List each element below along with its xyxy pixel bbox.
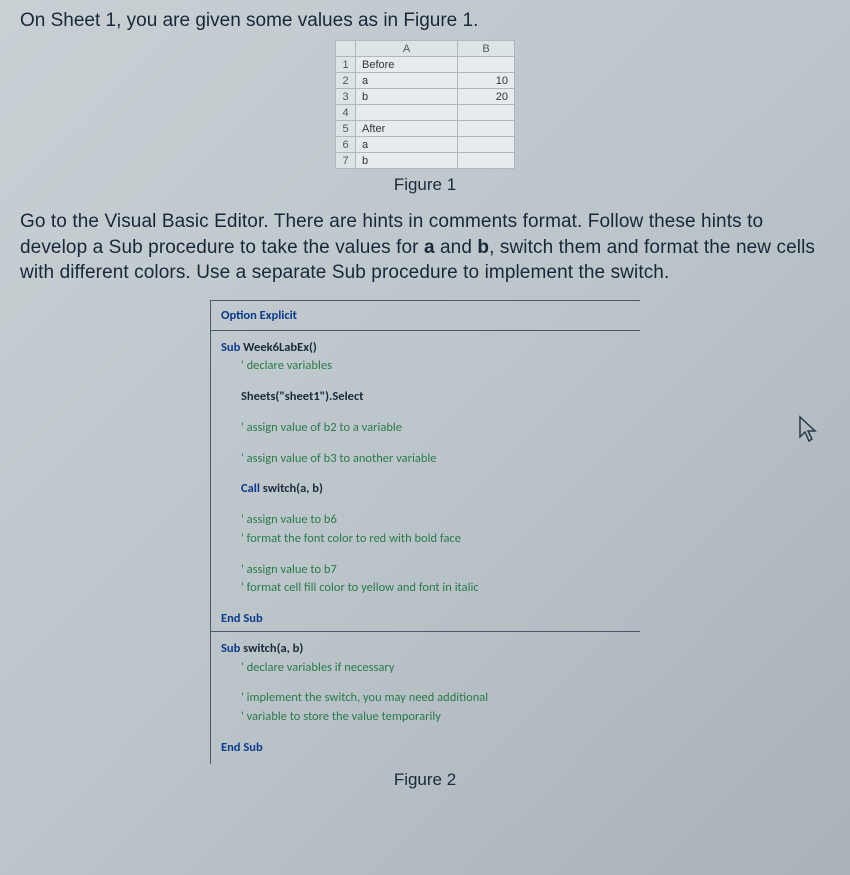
code-divider bbox=[211, 631, 640, 632]
code-comment: ' assign value of b2 to a variable bbox=[221, 419, 630, 438]
code-sub1-decl: Sub Week6LabEx() bbox=[221, 339, 630, 358]
cell: 20 bbox=[458, 89, 515, 105]
row-num: 7 bbox=[336, 153, 356, 169]
keyword-call: Call bbox=[241, 481, 263, 496]
cell: Before bbox=[356, 57, 458, 73]
table-row: 5 After bbox=[336, 121, 515, 137]
row-num: 1 bbox=[336, 57, 356, 73]
cell bbox=[458, 105, 515, 121]
code-comment: ' implement the switch, you may need add… bbox=[221, 689, 630, 708]
code-comment: ' assign value of b3 to another variable bbox=[221, 450, 630, 469]
code-end-sub: End Sub bbox=[221, 610, 630, 629]
code-divider bbox=[211, 330, 640, 331]
col-header-b: B bbox=[458, 41, 515, 57]
table-row: 3 b 20 bbox=[336, 89, 515, 105]
code-select-sheet: Sheets("sheet1").Select bbox=[221, 388, 630, 407]
cell: b bbox=[356, 89, 458, 105]
table-row: 4 bbox=[336, 105, 515, 121]
code-sub2-decl: Sub switch(a, b) bbox=[221, 640, 630, 659]
spreadsheet-table: A B 1 Before 2 a 10 3 b 20 4 5 After bbox=[335, 40, 515, 169]
code-comment: ' assign value to b7 bbox=[221, 561, 630, 580]
code-comment: ' declare variables if necessary bbox=[221, 659, 630, 678]
figure-2-code: Option Explicit Sub Week6LabEx() ' decla… bbox=[210, 300, 640, 764]
keyword-sub: Sub bbox=[221, 340, 243, 355]
cell: After bbox=[356, 121, 458, 137]
cell bbox=[458, 121, 515, 137]
code-end-sub: End Sub bbox=[221, 739, 630, 758]
row-num: 4 bbox=[336, 105, 356, 121]
cell: a bbox=[356, 137, 458, 153]
intro-text: On Sheet 1, you are given some values as… bbox=[20, 10, 830, 32]
cell: a bbox=[356, 73, 458, 89]
row-num: 3 bbox=[336, 89, 356, 105]
cell: b bbox=[356, 153, 458, 169]
code-comment: ' declare variables bbox=[221, 357, 630, 376]
code-comment: ' assign value to b6 bbox=[221, 511, 630, 530]
col-header-a: A bbox=[356, 41, 458, 57]
code-call-switch: Call switch(a, b) bbox=[221, 480, 630, 499]
cursor-icon bbox=[798, 415, 820, 443]
figure-1-caption: Figure 1 bbox=[20, 175, 830, 195]
cell: 10 bbox=[458, 73, 515, 89]
code-comment: ' format cell fill color to yellow and f… bbox=[221, 579, 630, 598]
code-comment: ' variable to store the value temporaril… bbox=[221, 708, 630, 727]
sub1-name: Week6LabEx() bbox=[243, 340, 317, 355]
cell bbox=[458, 153, 515, 169]
cell bbox=[356, 105, 458, 121]
cell bbox=[458, 137, 515, 153]
table-row: 2 a 10 bbox=[336, 73, 515, 89]
table-row: 1 Before bbox=[336, 57, 515, 73]
instr-part: and bbox=[435, 237, 478, 258]
code-comment: ' format the font color to red with bold… bbox=[221, 530, 630, 549]
instructions-text: Go to the Visual Basic Editor. There are… bbox=[20, 209, 830, 286]
instr-bold-b: b bbox=[477, 237, 489, 258]
keyword-sub: Sub bbox=[221, 641, 243, 656]
row-num: 2 bbox=[336, 73, 356, 89]
code-option-explicit: Option Explicit bbox=[221, 307, 630, 328]
table-row: 6 a bbox=[336, 137, 515, 153]
figure-1-spreadsheet: A B 1 Before 2 a 10 3 b 20 4 5 After bbox=[335, 40, 515, 169]
cell bbox=[458, 57, 515, 73]
instr-bold-a: a bbox=[424, 237, 435, 258]
table-row: 7 b bbox=[336, 153, 515, 169]
call-fn: switch(a, b) bbox=[263, 481, 323, 496]
sub2-name: switch(a, b) bbox=[243, 641, 303, 656]
row-num: 6 bbox=[336, 137, 356, 153]
row-num: 5 bbox=[336, 121, 356, 137]
figure-2-caption: Figure 2 bbox=[20, 770, 830, 790]
corner-cell bbox=[336, 41, 356, 57]
